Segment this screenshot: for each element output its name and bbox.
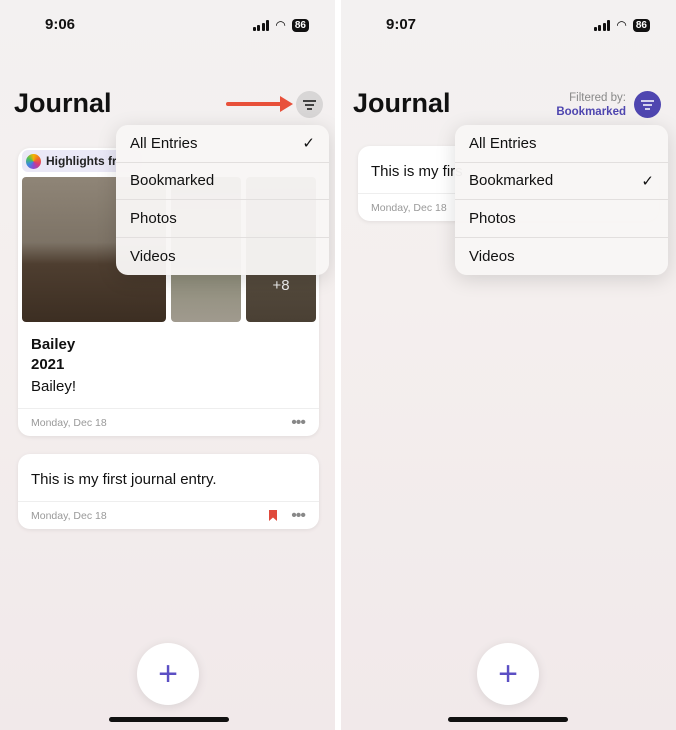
menu-item-all-entries[interactable]: All Entries [455,125,668,163]
filter-status: Filtered by: Bookmarked [556,91,626,119]
photos-app-icon [26,153,41,169]
new-entry-button[interactable]: + [477,643,539,705]
menu-item-label: Photos [130,209,177,227]
filtered-by-label: Filtered by: [569,92,626,104]
more-photos-count: +8 [272,277,290,294]
entry-body: Bailey! [31,378,77,395]
menu-item-videos[interactable]: Videos [116,238,329,276]
filter-menu: All Entries Bookmarked ✓ Photos Videos [455,125,668,275]
menu-item-photos[interactable]: Photos [455,200,668,238]
menu-item-label: Bookmarked [469,172,554,190]
filter-menu: All Entries ✓ Bookmarked Photos Videos [116,125,329,275]
filter-button[interactable] [634,91,661,118]
status-time: 9:07 [386,16,417,33]
entry-body: This is my first journal entry. [31,471,217,488]
checkmark-icon: ✓ [302,135,315,153]
menu-item-bookmarked[interactable]: Bookmarked [116,163,329,200]
phone-screen-left: 9:06 ◠ 86 Journal Highlights fr +8 Baile… [0,0,335,730]
phone-screen-right: 9:07 ◠ 86 Journal Filtered by: Bookmarke… [341,0,676,730]
entry-date: Monday, Dec 18 [31,416,107,429]
entry-body: This is my firs [371,163,463,180]
page-title: Journal [14,88,112,118]
menu-item-all-entries[interactable]: All Entries ✓ [116,125,329,163]
home-indicator [448,717,568,722]
filter-icon [641,99,654,110]
menu-item-bookmarked[interactable]: Bookmarked ✓ [455,163,668,200]
entry-footer: Monday, Dec 18 ••• [18,408,319,436]
journal-entry-card[interactable]: This is my first journal entry. Monday, … [18,454,319,529]
entry-date: Monday, Dec 18 [31,509,107,522]
entry-footer: Monday, Dec 18 ••• [18,501,319,529]
entry-title: Bailey [31,336,76,353]
filter-button[interactable] [296,91,323,118]
status-icons: ◠ 86 [593,18,650,32]
menu-item-label: Photos [469,209,516,227]
page-title: Journal [353,88,451,118]
menu-item-label: Videos [469,247,515,265]
bookmark-icon[interactable] [269,510,277,521]
entry-subtitle: 2021 [31,356,65,373]
filtered-by-value: Bookmarked [556,106,626,118]
more-options-icon[interactable]: ••• [291,414,306,432]
wifi-icon: ◠ [616,18,627,32]
highlights-label: Highlights fr [46,154,117,168]
signal-icon [593,19,611,31]
more-options-icon[interactable]: ••• [291,507,306,525]
menu-item-label: All Entries [130,134,198,152]
status-time: 9:06 [45,16,76,33]
status-icons: ◠ 86 [252,18,309,32]
home-indicator [109,717,229,722]
battery-icon: 86 [291,18,309,32]
menu-item-videos[interactable]: Videos [455,238,668,276]
new-entry-button[interactable]: + [137,643,199,705]
red-arrow-annotation [226,102,282,106]
menu-item-label: All Entries [469,134,537,152]
menu-item-label: Bookmarked [130,172,215,190]
checkmark-icon: ✓ [641,172,654,190]
red-arrow-head [280,96,293,112]
entry-date: Monday, Dec 18 [371,201,447,214]
wifi-icon: ◠ [275,18,286,32]
menu-item-photos[interactable]: Photos [116,200,329,238]
filter-icon [303,99,316,110]
signal-icon [252,19,270,31]
menu-item-label: Videos [130,247,176,265]
battery-icon: 86 [632,18,650,32]
